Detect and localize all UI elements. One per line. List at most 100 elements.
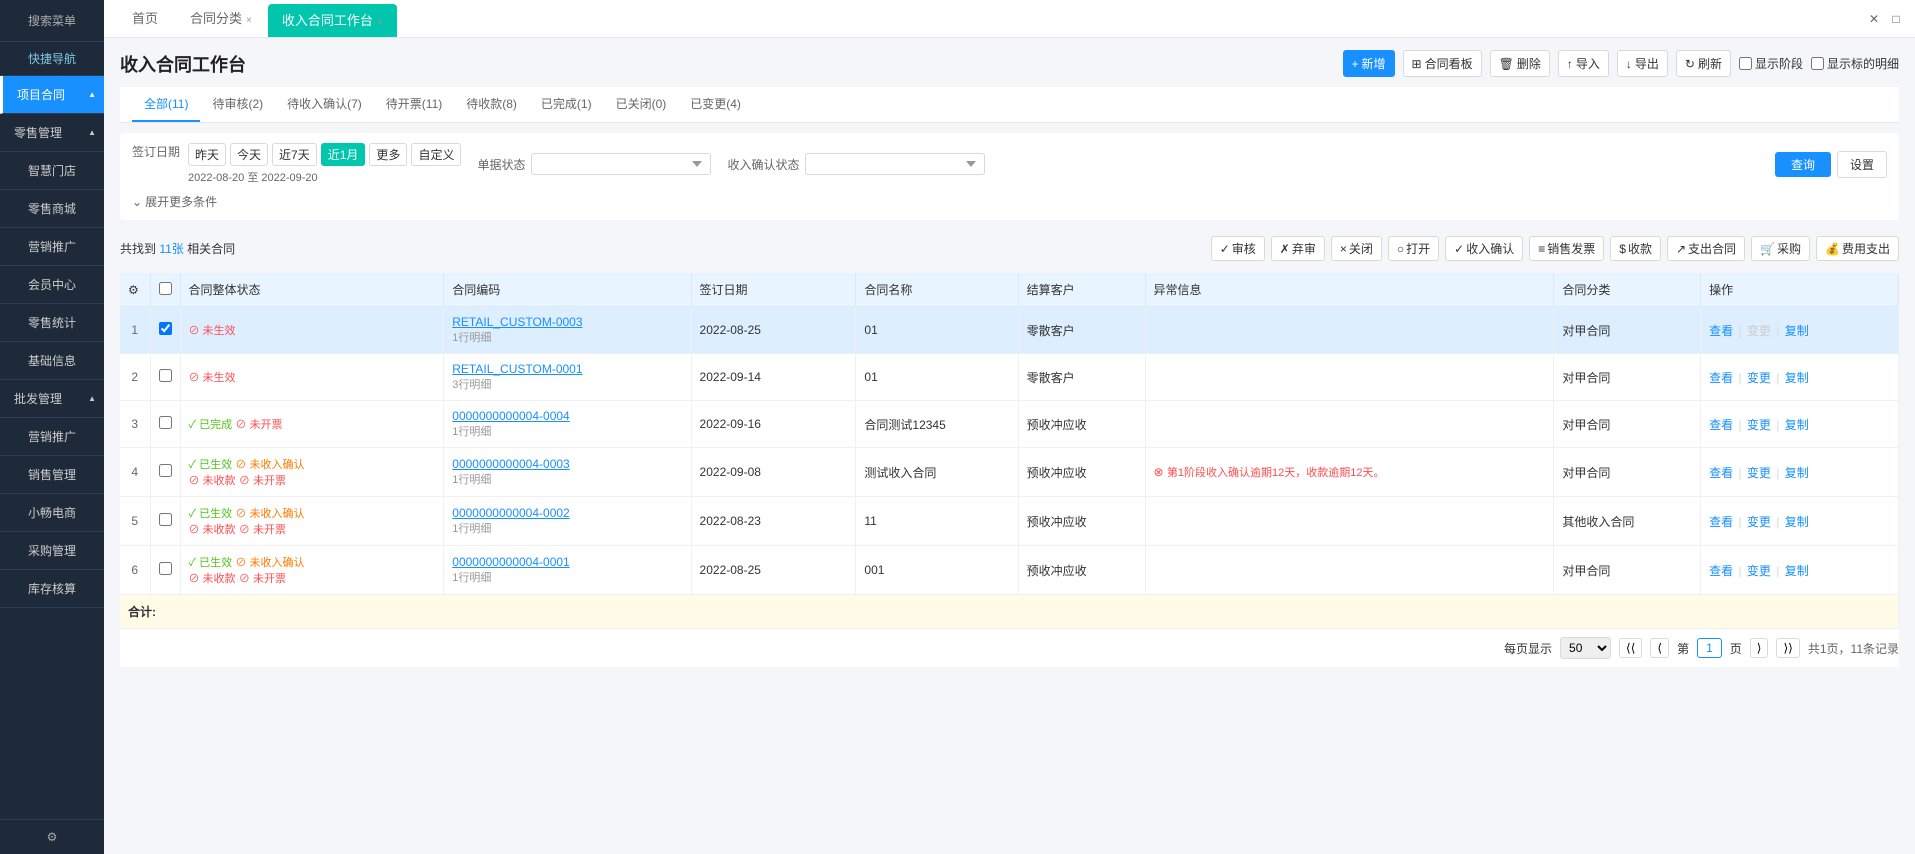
prev-page-button[interactable]: ⟨	[1650, 638, 1669, 658]
tab-home[interactable]: 首页	[116, 0, 174, 37]
action-变更[interactable]: 变更	[1747, 466, 1771, 480]
expand-conditions-button[interactable]: ⌄ 展开更多条件	[132, 193, 1887, 210]
date-btn-last7[interactable]: 近7天	[272, 143, 317, 166]
contract-code-link[interactable]: 0000000000004-0004	[452, 409, 569, 423]
sidebar-item-wholesale-mgmt[interactable]: 批发管理▲	[0, 380, 104, 418]
sidebar-item-retail-mall[interactable]: 零售商城	[0, 190, 104, 228]
filter-tab-changed[interactable]: 已变更(4)	[678, 87, 753, 122]
delete-button[interactable]: 🗑删除	[1490, 50, 1550, 77]
toolbar-btn-abandon[interactable]: ✗弃审	[1271, 236, 1325, 261]
col-settings[interactable]: ⚙	[120, 273, 150, 307]
toolbar-btn-open[interactable]: ○打开	[1388, 236, 1439, 261]
toolbar-btn-out-contract[interactable]: ↗支出合同	[1667, 236, 1745, 261]
sidebar-item-retail-stats[interactable]: 零售统计	[0, 304, 104, 342]
doc-status-select[interactable]	[531, 153, 711, 175]
filter-tab-pending-review[interactable]: 待审核(2)	[200, 87, 275, 122]
sidebar-item-inventory[interactable]: 库存核算	[0, 570, 104, 608]
action-查看[interactable]: 查看	[1709, 418, 1733, 432]
col-checkbox[interactable]	[150, 273, 180, 307]
date-btn-last1month[interactable]: 近1月	[321, 143, 366, 166]
date-btn-yesterday[interactable]: 昨天	[188, 143, 226, 166]
refresh-button[interactable]: ↻刷新	[1676, 50, 1731, 77]
action-复制[interactable]: 复制	[1785, 371, 1809, 385]
sidebar-item-marketing[interactable]: 营销推广	[0, 228, 104, 266]
sidebar-item-base-info[interactable]: 基础信息	[0, 342, 104, 380]
show-details-label[interactable]: 显示标的明细	[1811, 55, 1899, 72]
sidebar-item-xiaochang[interactable]: 小畅电商	[0, 494, 104, 532]
row-checkbox[interactable]	[159, 562, 172, 575]
contract-code-link[interactable]: RETAIL_CUSTOM-0003	[452, 315, 582, 329]
toolbar-btn-expense[interactable]: 💰费用支出	[1816, 236, 1899, 261]
toolbar-btn-income-confirm[interactable]: ✓收入确认	[1445, 236, 1523, 261]
action-查看[interactable]: 查看	[1709, 564, 1733, 578]
tab-close-icon[interactable]: ×	[246, 15, 252, 26]
sidebar-settings[interactable]: ⚙	[0, 819, 104, 854]
action-复制[interactable]: 复制	[1785, 324, 1809, 338]
select-all-checkbox[interactable]	[159, 282, 172, 295]
action-复制[interactable]: 复制	[1785, 466, 1809, 480]
sidebar-item-purchase-mgmt[interactable]: 采购管理	[0, 532, 104, 570]
show-stages-checkbox[interactable]	[1739, 57, 1752, 70]
sidebar-item-smart-store[interactable]: 智慧门店	[0, 152, 104, 190]
filter-tab-completed[interactable]: 已完成(1)	[529, 87, 604, 122]
action-复制[interactable]: 复制	[1785, 418, 1809, 432]
toolbar-btn-sales-invoice[interactable]: ≡销售发票	[1529, 236, 1604, 261]
query-button[interactable]: 查询	[1775, 152, 1831, 177]
setting-button[interactable]: 设置	[1837, 151, 1887, 178]
sidebar-quick-nav[interactable]: 快捷导航	[0, 42, 104, 76]
sidebar-item-retail-mgmt[interactable]: 零售管理▲	[0, 114, 104, 152]
maximize-window-button[interactable]: □	[1889, 12, 1903, 26]
action-变更[interactable]: 变更	[1747, 515, 1771, 529]
action-复制[interactable]: 复制	[1785, 515, 1809, 529]
show-stages-label[interactable]: 显示阶段	[1739, 55, 1803, 72]
tab-close-icon[interactable]: ×	[377, 17, 383, 28]
action-查看[interactable]: 查看	[1709, 371, 1733, 385]
date-btn-today[interactable]: 今天	[230, 143, 268, 166]
tab-income-workbench[interactable]: 收入合同工作台×	[268, 4, 397, 37]
close-window-button[interactable]: ✕	[1867, 12, 1881, 26]
filter-tab-pending-payment[interactable]: 待收款(8)	[454, 87, 529, 122]
toolbar-btn-purchase[interactable]: 🛒采购	[1751, 236, 1810, 261]
filter-tab-pending-invoice[interactable]: 待开票(11)	[374, 87, 454, 122]
first-page-button[interactable]: ⟨⟨	[1619, 638, 1642, 658]
income-confirm-select[interactable]	[805, 153, 985, 175]
show-details-checkbox[interactable]	[1811, 57, 1824, 70]
export-button[interactable]: ↓导出	[1617, 50, 1668, 77]
contract-code-link[interactable]: 0000000000004-0001	[452, 555, 569, 569]
toolbar-btn-close[interactable]: ×关闭	[1331, 236, 1382, 261]
sidebar-search[interactable]: 搜索菜单	[0, 0, 104, 42]
row-checkbox[interactable]	[159, 513, 172, 526]
toolbar-btn-audit[interactable]: ✓审核	[1211, 236, 1265, 261]
contract-code-link[interactable]: 0000000000004-0003	[452, 457, 569, 471]
sidebar-item-member-center[interactable]: 会员中心	[0, 266, 104, 304]
action-变更[interactable]: 变更	[1747, 371, 1771, 385]
contract-board-button[interactable]: ⊞合同看板	[1403, 50, 1482, 77]
sidebar-item-project-contract[interactable]: 项目合同▲	[0, 76, 104, 114]
sidebar-item-sales-mgmt[interactable]: 销售管理	[0, 456, 104, 494]
action-变更[interactable]: 变更	[1747, 564, 1771, 578]
filter-tab-pending-income-confirm[interactable]: 待收入确认(7)	[275, 87, 374, 122]
action-查看[interactable]: 查看	[1709, 515, 1733, 529]
row-checkbox[interactable]	[159, 416, 172, 429]
row-checkbox[interactable]	[159, 464, 172, 477]
last-page-button[interactable]: ⟩⟩	[1776, 638, 1799, 658]
action-复制[interactable]: 复制	[1785, 564, 1809, 578]
import-button[interactable]: ↑导入	[1558, 50, 1609, 77]
action-变更[interactable]: 变更	[1747, 418, 1771, 432]
filter-tab-all[interactable]: 全部(11)	[132, 87, 200, 122]
contract-code-link[interactable]: 0000000000004-0002	[452, 506, 569, 520]
row-checkbox[interactable]	[159, 369, 172, 382]
next-page-button[interactable]: ⟩	[1750, 638, 1769, 658]
action-查看[interactable]: 查看	[1709, 466, 1733, 480]
add-button[interactable]: +新增	[1343, 50, 1395, 77]
sidebar-item-sales-marketing[interactable]: 营销推广	[0, 418, 104, 456]
toolbar-btn-payment[interactable]: $收款	[1610, 236, 1661, 261]
row-checkbox[interactable]	[159, 322, 172, 335]
date-btn-more[interactable]: 更多	[369, 143, 407, 166]
filter-tab-closed[interactable]: 已关闭(0)	[604, 87, 679, 122]
page-size-select[interactable]: 50 20 100	[1560, 637, 1611, 659]
date-btn-custom[interactable]: 自定义	[411, 143, 461, 166]
action-查看[interactable]: 查看	[1709, 324, 1733, 338]
contract-code-link[interactable]: RETAIL_CUSTOM-0001	[452, 362, 582, 376]
tab-contract-category[interactable]: 合同分类×	[174, 0, 268, 37]
